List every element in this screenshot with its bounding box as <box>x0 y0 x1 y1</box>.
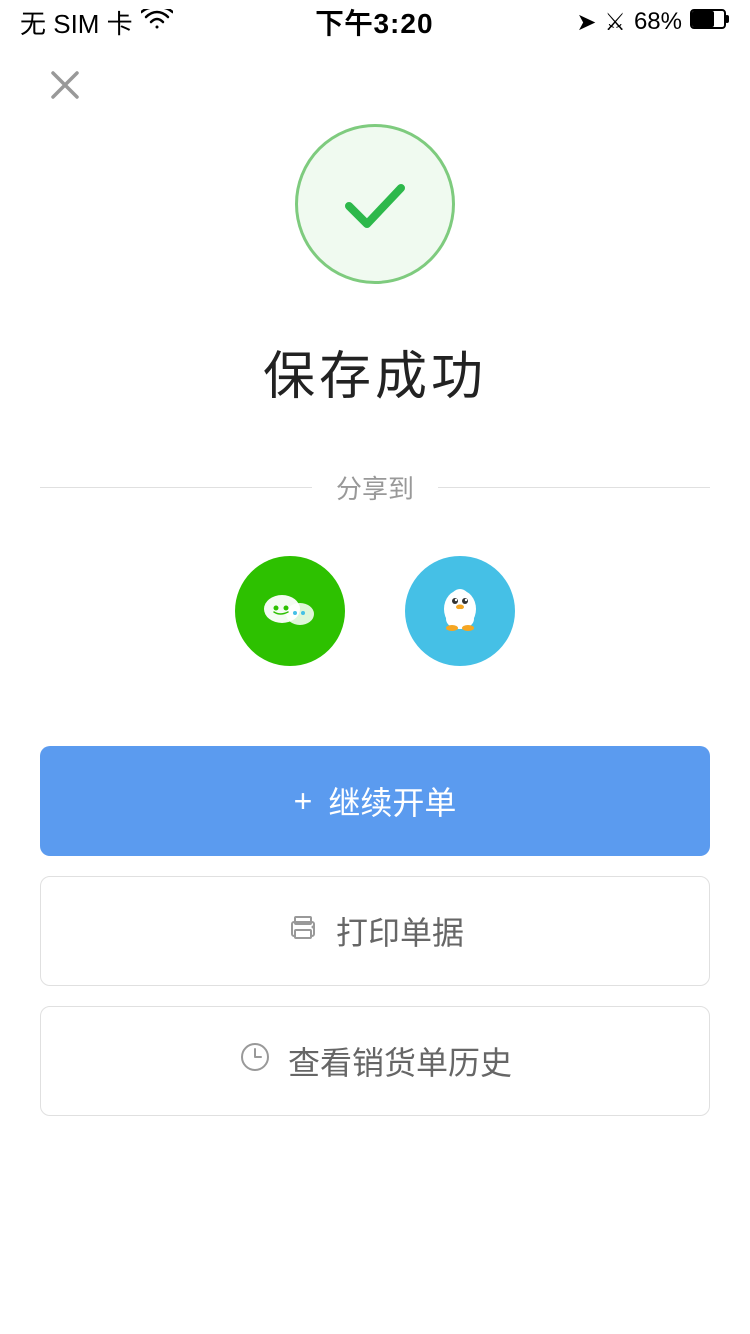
status-time: 下午3:20 <box>315 2 433 42</box>
location-icon: ➤ <box>576 8 596 37</box>
continue-icon: + <box>294 783 313 820</box>
divider-line-right <box>438 487 710 488</box>
divider-line-left <box>40 487 312 488</box>
success-circle <box>295 124 455 284</box>
carrier-text: 无 SIM 卡 <box>20 4 133 41</box>
history-icon <box>238 1040 272 1082</box>
wechat-icon <box>258 579 322 643</box>
continue-label: 继续开单 <box>328 778 456 824</box>
share-label: 分享到 <box>312 469 438 506</box>
history-label: 查看销货单历史 <box>288 1038 512 1084</box>
main-content: 保存成功 分享到 <box>0 44 750 1116</box>
share-qq-button[interactable] <box>405 556 515 666</box>
battery-text: 68% <box>634 8 682 36</box>
status-left: 无 SIM 卡 <box>20 4 173 41</box>
wifi-icon <box>141 7 173 38</box>
print-icon <box>286 910 320 952</box>
share-divider: 分享到 <box>0 469 750 506</box>
print-button[interactable]: 打印单据 <box>40 876 710 986</box>
action-buttons: + 继续开单 打印单据 查看销货单历史 <box>0 746 750 1116</box>
status-right: ➤ ⚔ 68% <box>576 8 730 37</box>
alarm-icon: ⚔ <box>604 8 626 37</box>
success-title: 保存成功 <box>263 334 487 409</box>
checkmark-icon <box>335 164 415 244</box>
close-button[interactable] <box>40 60 90 110</box>
share-icons-container <box>235 556 515 666</box>
continue-button[interactable]: + 继续开单 <box>40 746 710 856</box>
share-wechat-button[interactable] <box>235 556 345 666</box>
history-button[interactable]: 查看销货单历史 <box>40 1006 710 1116</box>
battery-icon <box>690 8 730 37</box>
status-bar: 无 SIM 卡 下午3:20 ➤ ⚔ 68% <box>0 0 750 44</box>
qq-icon <box>428 579 492 643</box>
print-label: 打印单据 <box>336 908 464 954</box>
